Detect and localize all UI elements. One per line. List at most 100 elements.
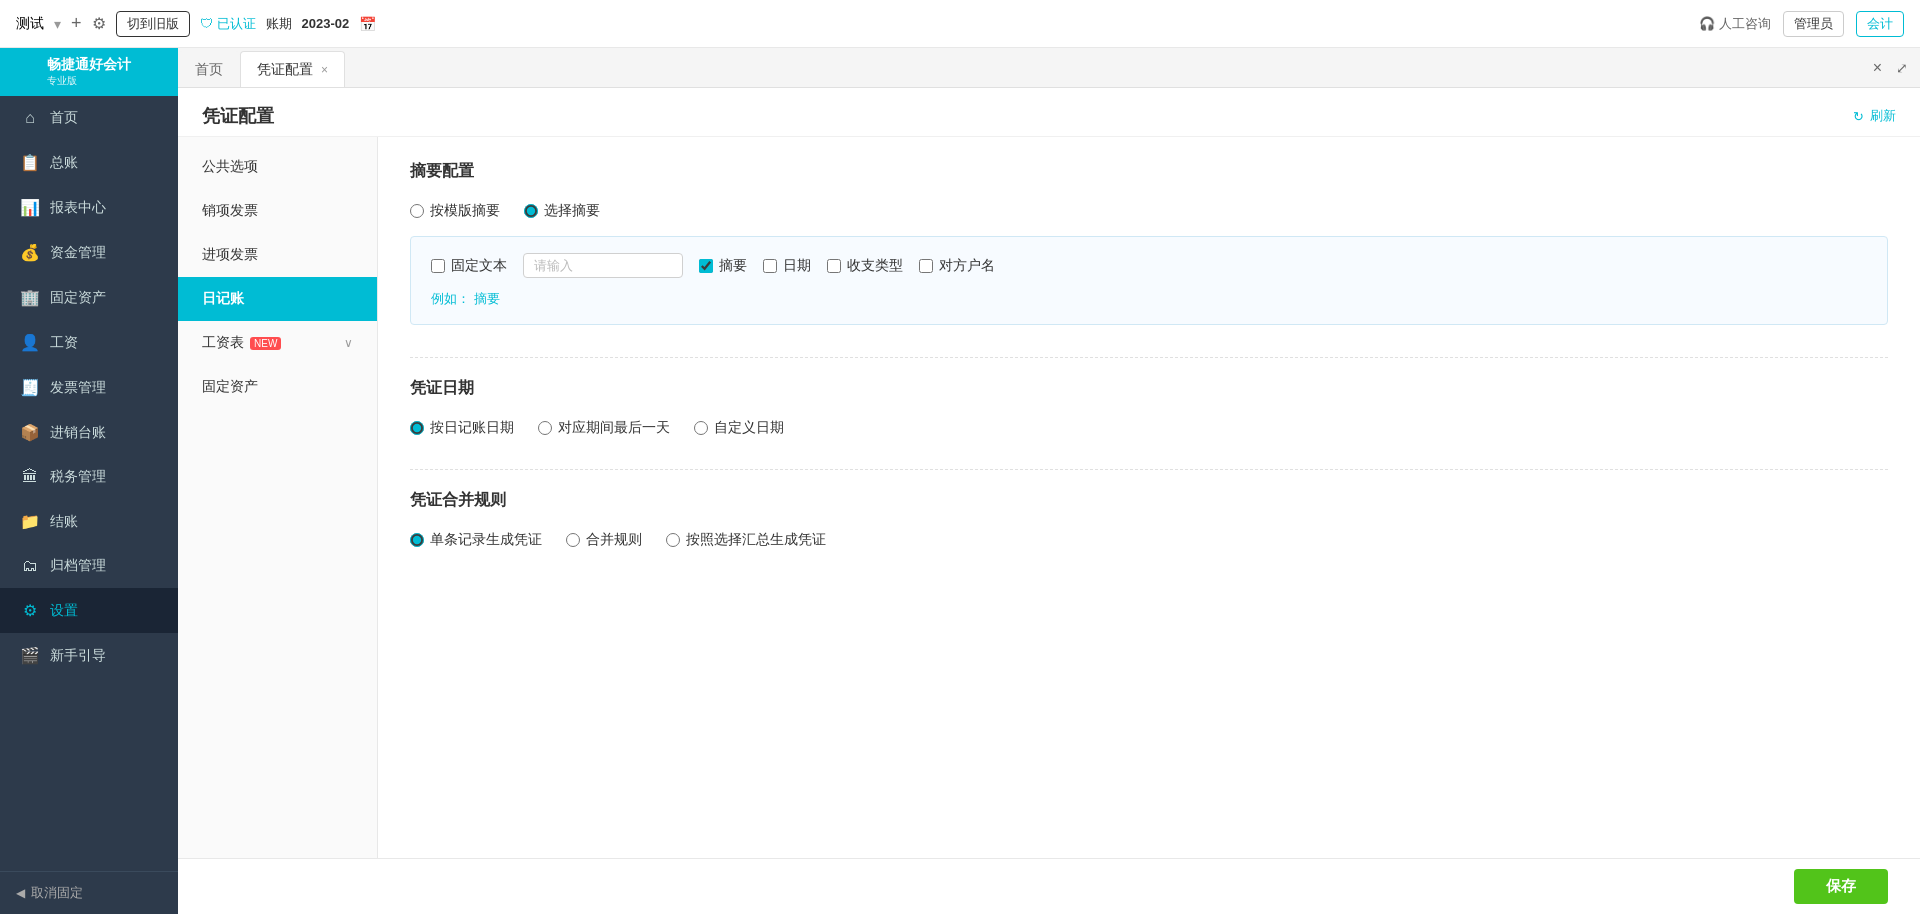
cancel-fixed-button[interactable]: ◀ 取消固定 bbox=[0, 871, 178, 914]
logo-content: 畅捷通好会计 专业版 bbox=[47, 56, 131, 88]
tab-home[interactable]: 首页 bbox=[178, 51, 240, 87]
save-button[interactable]: 保存 bbox=[1794, 869, 1888, 904]
divider-1 bbox=[410, 357, 1888, 358]
summary-box-row: 固定文本 摘要 日期 bbox=[431, 253, 1867, 278]
refresh-button[interactable]: ↻ 刷新 bbox=[1853, 107, 1896, 125]
checkbox-fixed-text[interactable]: 固定文本 bbox=[431, 257, 507, 275]
sidebar-item-label: 结账 bbox=[50, 513, 78, 531]
example-value: 摘要 bbox=[474, 291, 500, 306]
checkbox-payment-type[interactable]: 收支类型 bbox=[827, 257, 903, 275]
left-nav-purchase-invoice[interactable]: 进项发票 bbox=[178, 233, 377, 277]
checkbox-summary[interactable]: 摘要 bbox=[699, 257, 747, 275]
sidebar-item-fixed-asset[interactable]: 🏢 固定资产 bbox=[0, 275, 178, 320]
summary-checkbox[interactable] bbox=[699, 259, 713, 273]
sidebar-item-archive[interactable]: 🗂 归档管理 bbox=[0, 544, 178, 588]
radio-journal-date-input[interactable] bbox=[410, 421, 424, 435]
payment-type-checkbox[interactable] bbox=[827, 259, 841, 273]
radio-template-summary[interactable]: 按模版摘要 bbox=[410, 202, 500, 220]
radio-period-last[interactable]: 对应期间最后一天 bbox=[538, 419, 670, 437]
ledger-icon: 📋 bbox=[20, 153, 40, 172]
radio-single[interactable]: 单条记录生成凭证 bbox=[410, 531, 542, 549]
left-nav-purchase-invoice-label: 进项发票 bbox=[202, 246, 258, 264]
left-nav-fixed-assets[interactable]: 固定资产 bbox=[178, 365, 377, 409]
sidebar-logo: 畅捷通好会计 专业版 bbox=[0, 48, 178, 96]
sidebar-item-label: 税务管理 bbox=[50, 468, 106, 486]
new-badge: NEW bbox=[250, 337, 281, 350]
consult-button[interactable]: 🎧 人工咨询 bbox=[1699, 15, 1771, 33]
radio-period-last-input[interactable] bbox=[538, 421, 552, 435]
summary-section: 摘要配置 按模版摘要 选择摘要 bbox=[410, 161, 1888, 325]
left-nav: 公共选项 销项发票 进项发票 日记账 工资表 bbox=[178, 137, 378, 858]
sidebar-item-report[interactable]: 📊 报表中心 bbox=[0, 185, 178, 230]
radio-select-input[interactable] bbox=[524, 204, 538, 218]
sidebar-item-fund[interactable]: 💰 资金管理 bbox=[0, 230, 178, 275]
date-checkbox[interactable] bbox=[763, 259, 777, 273]
cancel-fixed-label: 取消固定 bbox=[31, 884, 83, 902]
sidebar-item-ledger[interactable]: 📋 总账 bbox=[0, 140, 178, 185]
left-nav-sales-invoice[interactable]: 销项发票 bbox=[178, 189, 377, 233]
topbar-chevron-icon[interactable]: ▾ bbox=[54, 16, 61, 32]
invoice-icon: 🧾 bbox=[20, 378, 40, 397]
sidebar-item-sales[interactable]: 📦 进销台账 bbox=[0, 410, 178, 455]
calendar-icon[interactable]: 📅 bbox=[359, 16, 376, 32]
checkbox-date[interactable]: 日期 bbox=[763, 257, 811, 275]
radio-journal-date[interactable]: 按日记账日期 bbox=[410, 419, 514, 437]
admin-button[interactable]: 管理员 bbox=[1783, 11, 1844, 37]
accountant-button[interactable]: 会计 bbox=[1856, 11, 1904, 37]
radio-select-summary[interactable]: 按照选择汇总生成凭证 bbox=[666, 531, 826, 549]
sidebar-item-label: 首页 bbox=[50, 109, 78, 127]
topbar-gear-icon[interactable]: ⚙ bbox=[92, 14, 106, 33]
sidebar-item-close[interactable]: 📁 结账 bbox=[0, 499, 178, 544]
left-nav-payroll-label: 工资表 NEW bbox=[202, 334, 281, 352]
radio-select-summary[interactable]: 选择摘要 bbox=[524, 202, 600, 220]
radio-template-input[interactable] bbox=[410, 204, 424, 218]
close-tab-button[interactable]: × bbox=[1869, 55, 1886, 81]
report-icon: 📊 bbox=[20, 198, 40, 217]
sidebar-item-label: 发票管理 bbox=[50, 379, 106, 397]
expand-button[interactable]: ⤢ bbox=[1892, 56, 1912, 80]
radio-select-summary-input[interactable] bbox=[666, 533, 680, 547]
radio-template-label: 按模版摘要 bbox=[430, 202, 500, 220]
sidebar-item-guide[interactable]: 🎬 新手引导 bbox=[0, 633, 178, 678]
radio-merge-rule-label: 合并规则 bbox=[586, 531, 642, 549]
tab-voucher-config[interactable]: 凭证配置 × bbox=[240, 51, 345, 87]
left-nav-payroll[interactable]: 工资表 NEW ∨ bbox=[178, 321, 377, 365]
fixed-text-input[interactable] bbox=[523, 253, 683, 278]
sidebar-item-label: 新手引导 bbox=[50, 647, 106, 665]
sidebar-nav: ⌂ 首页 📋 总账 📊 报表中心 💰 资金管理 🏢 固定资产 👤 工资 bbox=[0, 96, 178, 871]
radio-merge-rule-input[interactable] bbox=[566, 533, 580, 547]
page-inner: 凭证配置 ↻ 刷新 公共选项 销项发票 bbox=[178, 88, 1920, 914]
counterpart-checkbox[interactable] bbox=[919, 259, 933, 273]
topbar-add-icon[interactable]: + bbox=[71, 13, 82, 34]
sidebar-item-invoice[interactable]: 🧾 发票管理 bbox=[0, 365, 178, 410]
sales-icon: 📦 bbox=[20, 423, 40, 442]
radio-custom-date-input[interactable] bbox=[694, 421, 708, 435]
sidebar: 畅捷通好会计 专业版 ⌂ 首页 📋 总账 📊 报表中心 💰 资金管理 🏢 bbox=[0, 48, 178, 914]
left-nav-public[interactable]: 公共选项 bbox=[178, 145, 377, 189]
config-layout-wrapper: 公共选项 销项发票 进项发票 日记账 工资表 bbox=[178, 137, 1920, 858]
radio-period-last-label: 对应期间最后一天 bbox=[558, 419, 670, 437]
switch-version-button[interactable]: 切到旧版 bbox=[116, 11, 190, 37]
sidebar-item-home[interactable]: ⌂ 首页 bbox=[0, 96, 178, 140]
radio-single-label: 单条记录生成凭证 bbox=[430, 531, 542, 549]
counterpart-label: 对方户名 bbox=[939, 257, 995, 275]
left-nav-journal[interactable]: 日记账 bbox=[178, 277, 377, 321]
tab-home-label: 首页 bbox=[195, 61, 223, 79]
sidebar-item-settings[interactable]: ⚙ 设置 bbox=[0, 588, 178, 633]
fixed-text-checkbox[interactable] bbox=[431, 259, 445, 273]
sidebar-item-label: 工资 bbox=[50, 334, 78, 352]
sidebar-item-salary[interactable]: 👤 工资 bbox=[0, 320, 178, 365]
radio-single-input[interactable] bbox=[410, 533, 424, 547]
sidebar-item-tax[interactable]: 🏛 税务管理 bbox=[0, 455, 178, 499]
radio-select-label: 选择摘要 bbox=[544, 202, 600, 220]
date-section: 凭证日期 按日记账日期 对应期间最后一天 bbox=[410, 378, 1888, 437]
divider-2 bbox=[410, 469, 1888, 470]
radio-merge-rule[interactable]: 合并规则 bbox=[566, 531, 642, 549]
radio-custom-date[interactable]: 自定义日期 bbox=[694, 419, 784, 437]
page-title: 凭证配置 bbox=[202, 104, 274, 128]
checkbox-counterpart[interactable]: 对方户名 bbox=[919, 257, 995, 275]
radio-journal-date-label: 按日记账日期 bbox=[430, 419, 514, 437]
tab-close-icon[interactable]: × bbox=[321, 63, 328, 77]
topbar-project-name: 测试 bbox=[16, 15, 44, 33]
settings-icon: ⚙ bbox=[20, 601, 40, 620]
